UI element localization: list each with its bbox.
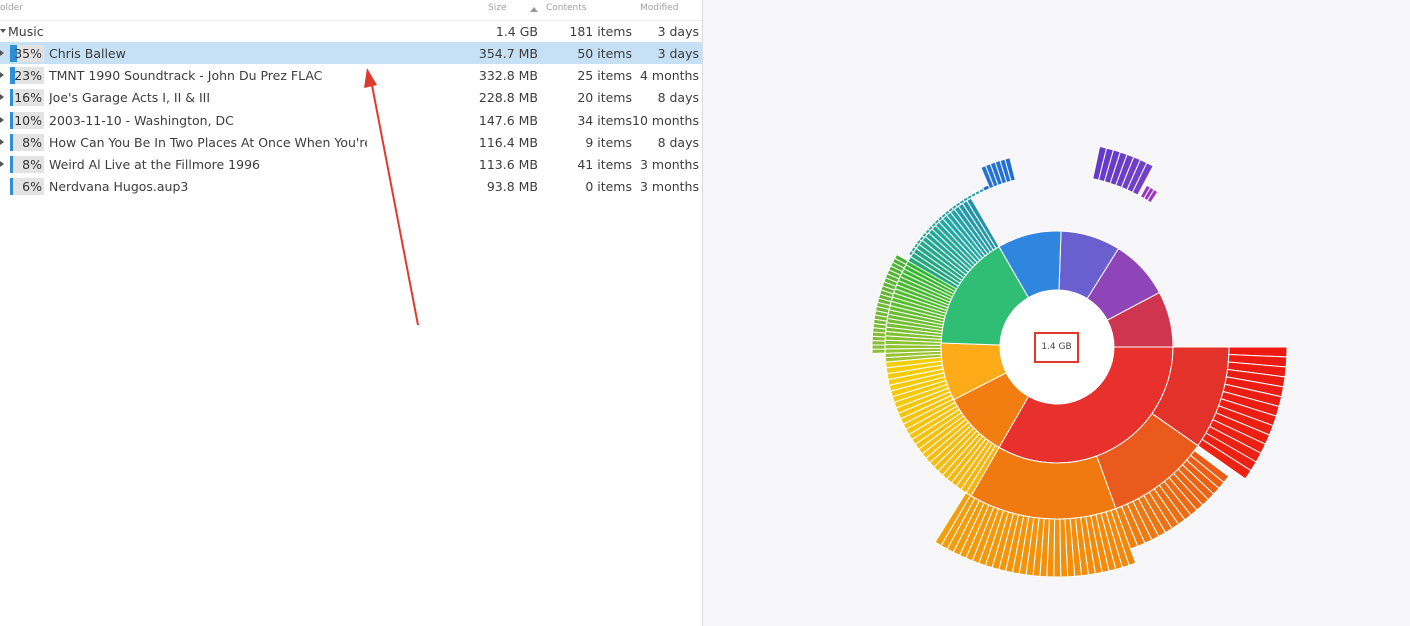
ring-chart-pane xyxy=(703,0,1410,626)
center-size-label[interactable]: 1.4 GB xyxy=(1034,332,1079,363)
annotation-arrow xyxy=(364,68,419,326)
